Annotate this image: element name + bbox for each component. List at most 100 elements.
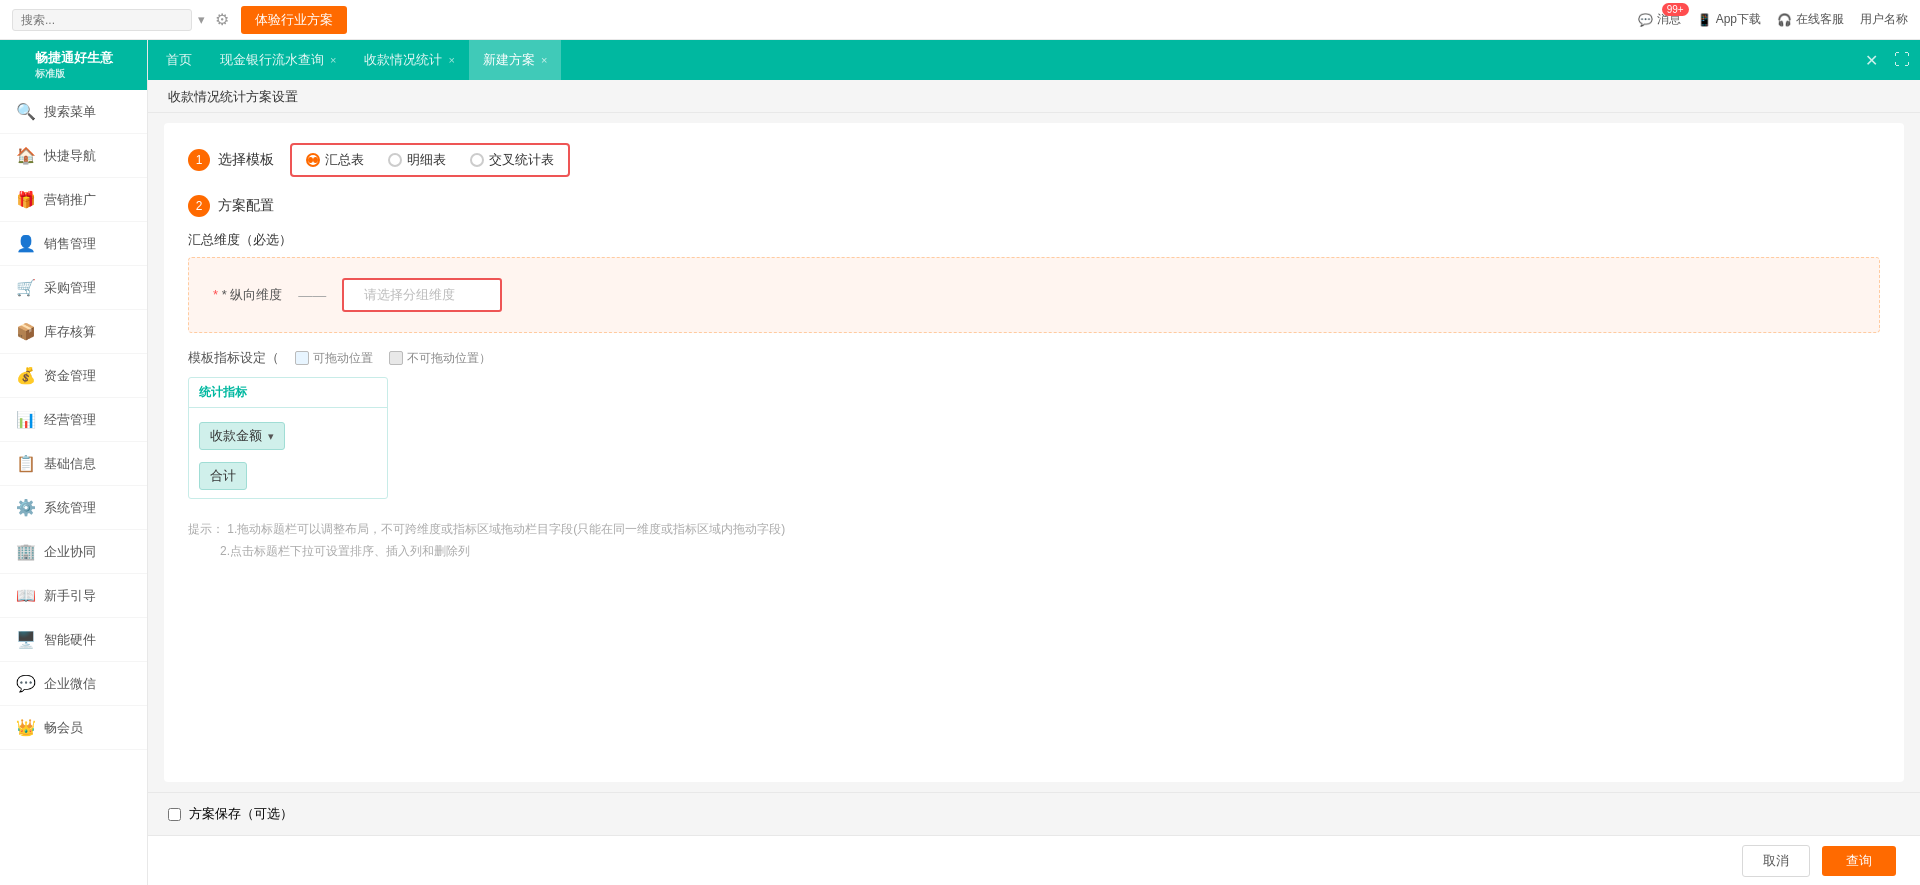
tab-close-window-icon[interactable]: ✕ [1859,47,1884,74]
metrics-tag-row: 收款金额 ▾ [189,416,387,456]
radio-detail[interactable]: 明细表 [388,151,446,169]
radio-cross[interactable]: 交叉统计表 [470,151,554,169]
dimension-area: * * 纵向维度 —— 请选择分组维度 [188,257,1880,333]
sidebar-item-operations[interactable]: 📊 经营管理 [0,398,147,442]
sidebar-item-finance[interactable]: 💰 资金管理 [0,354,147,398]
tips-title: 提示： [188,522,224,536]
message-btn[interactable]: 💬 消息 99+ [1638,11,1681,28]
user-name: 用户名称 [1860,11,1908,28]
sidebar-item-guide[interactable]: 📖 新手引导 [0,574,147,618]
sidebar-item-basic-info[interactable]: 📋 基础信息 [0,442,147,486]
metrics-tag-collection[interactable]: 收款金额 ▾ [199,422,285,450]
guide-icon: 📖 [16,586,36,605]
tab-cash-bank[interactable]: 现金银行流水查询 × [206,40,350,80]
sidebar-item-label: 企业协同 [44,543,96,561]
sidebar-item-search-menu[interactable]: 🔍 搜索菜单 [0,90,147,134]
sidebar-item-quick-nav[interactable]: 🏠 快捷导航 [0,134,147,178]
sidebar-item-member[interactable]: 👑 畅会员 [0,706,147,750]
hardware-icon: 🖥️ [16,630,36,649]
tab-cash-bank-label: 现金银行流水查询 [220,51,324,69]
tips-line1: 提示： 1.拖动标题栏可以调整布局，不可跨维度或指标区域拖动栏目字段(只能在同一… [188,519,1880,541]
step1-badge: 1 [188,149,210,171]
metrics-tag-label: 收款金额 [210,427,262,445]
dim-title-row: 汇总维度（必选） [188,231,1880,249]
search-menu-icon: 🔍 [16,102,36,121]
sidebar-item-marketing[interactable]: 🎁 营销推广 [0,178,147,222]
top-header: ▾ ⚙ 体验行业方案 💬 消息 99+ 📱 App下载 🎧 在线客服 用户名称 [0,0,1920,40]
sidebar-item-enterprise[interactable]: 🏢 企业协同 [0,530,147,574]
step2-badge: 2 [188,195,210,217]
message-badge: 99+ [1662,3,1689,16]
vertical-dim-row: * * 纵向维度 —— 请选择分组维度 [213,278,1855,312]
tab-bar: 首页 现金银行流水查询 × 收款情况统计 × 新建方案 × ✕ ⛶ [148,40,1920,80]
metrics-tag-arrow-icon: ▾ [268,430,274,443]
tab-maximize-icon[interactable]: ⛶ [1888,47,1916,73]
sidebar-item-inventory[interactable]: 📦 库存核算 [0,310,147,354]
download-btn[interactable]: 📱 App下载 [1697,11,1761,28]
dim-arrow: —— [298,287,326,303]
metrics-section: 模板指标设定（ 可拖动位置 不可拖动位置） [188,349,1880,499]
sidebar-item-label: 营销推广 [44,191,96,209]
inventory-icon: 📦 [16,322,36,341]
sidebar-item-hardware[interactable]: 🖥️ 智能硬件 [0,618,147,662]
gear-icon[interactable]: ⚙ [215,10,229,29]
wechat-icon: 💬 [16,674,36,693]
radio-summary-circle [306,153,320,167]
download-label: App下载 [1716,11,1761,28]
tab-home[interactable]: 首页 [152,40,206,80]
sidebar-item-label: 采购管理 [44,279,96,297]
draggable-label: 可拖动位置 [313,350,373,367]
search-input[interactable] [12,9,192,31]
drag-indicator-box [295,351,309,365]
dim-select-placeholder: 请选择分组维度 [364,287,455,302]
radio-cross-label: 交叉统计表 [489,151,554,169]
user-info[interactable]: 用户名称 [1860,11,1908,28]
tab-cash-bank-close[interactable]: × [330,54,336,66]
trial-btn[interactable]: 体验行业方案 [241,6,347,34]
tab-collection-stat[interactable]: 收款情况统计 × [350,40,468,80]
sidebar-item-purchase[interactable]: 🛒 采购管理 [0,266,147,310]
radio-summary[interactable]: 汇总表 [306,151,364,169]
metrics-total-row: 合计 [189,456,387,498]
sidebar-item-label: 企业微信 [44,675,96,693]
metrics-group-label: 统计指标 [199,385,247,399]
dim-title: 汇总维度（必选） [188,232,292,247]
sidebar-item-wechat[interactable]: 💬 企业微信 [0,662,147,706]
tab-collection-stat-close[interactable]: × [448,54,454,66]
sidebar-item-label: 库存核算 [44,323,96,341]
tips-section: 提示： 1.拖动标题栏可以调整布局，不可跨维度或指标区域拖动栏目字段(只能在同一… [188,519,1880,562]
query-button[interactable]: 查询 [1822,846,1896,876]
page-title: 收款情况统计方案设置 [168,89,298,104]
sidebar-item-label: 基础信息 [44,455,96,473]
dropdown-arrow-icon[interactable]: ▾ [198,12,205,27]
sidebar-item-label: 经营管理 [44,411,96,429]
sidebar-item-system[interactable]: ⚙️ 系统管理 [0,486,147,530]
sidebar-item-label: 搜索菜单 [44,103,96,121]
vertical-dim-text: * 纵向维度 [222,287,283,302]
save-option-checkbox[interactable] [168,808,181,821]
metrics-header: 模板指标设定（ 可拖动位置 不可拖动位置） [188,349,1880,367]
service-btn[interactable]: 🎧 在线客服 [1777,11,1844,28]
save-option-label: 方案保存（可选） [189,805,293,823]
logo-text: 畅捷通好生意 [35,49,113,67]
tab-collection-stat-label: 收款情况统计 [364,51,442,69]
radio-detail-label: 明细表 [407,151,446,169]
step2-label: 方案配置 [218,197,274,215]
no-drag-indicator: 不可拖动位置） [389,350,491,367]
service-label: 在线客服 [1796,11,1844,28]
sidebar-item-sales[interactable]: 👤 销售管理 [0,222,147,266]
radio-cross-circle [470,153,484,167]
dim-select[interactable]: 请选择分组维度 [342,278,502,312]
tab-home-label: 首页 [166,51,192,69]
sidebar-item-label: 快捷导航 [44,147,96,165]
cancel-button[interactable]: 取消 [1742,845,1810,877]
header-search-area: ▾ ⚙ 体验行业方案 [12,6,1638,34]
tab-new-plan[interactable]: 新建方案 × [469,40,561,80]
main-area: 首页 现金银行流水查询 × 收款情况统计 × 新建方案 × ✕ ⛶ 收款情况统计… [148,40,1920,885]
step1-section: 1 选择模板 汇总表 明细表 [188,143,1880,177]
sidebar-item-label: 智能硬件 [44,631,96,649]
quick-nav-icon: 🏠 [16,146,36,165]
tab-new-plan-close[interactable]: × [541,54,547,66]
message-icon: 💬 [1638,13,1653,27]
tips-text1: 1.拖动标题栏可以调整布局，不可跨维度或指标区域拖动栏目字段(只能在同一维度或指… [227,522,785,536]
